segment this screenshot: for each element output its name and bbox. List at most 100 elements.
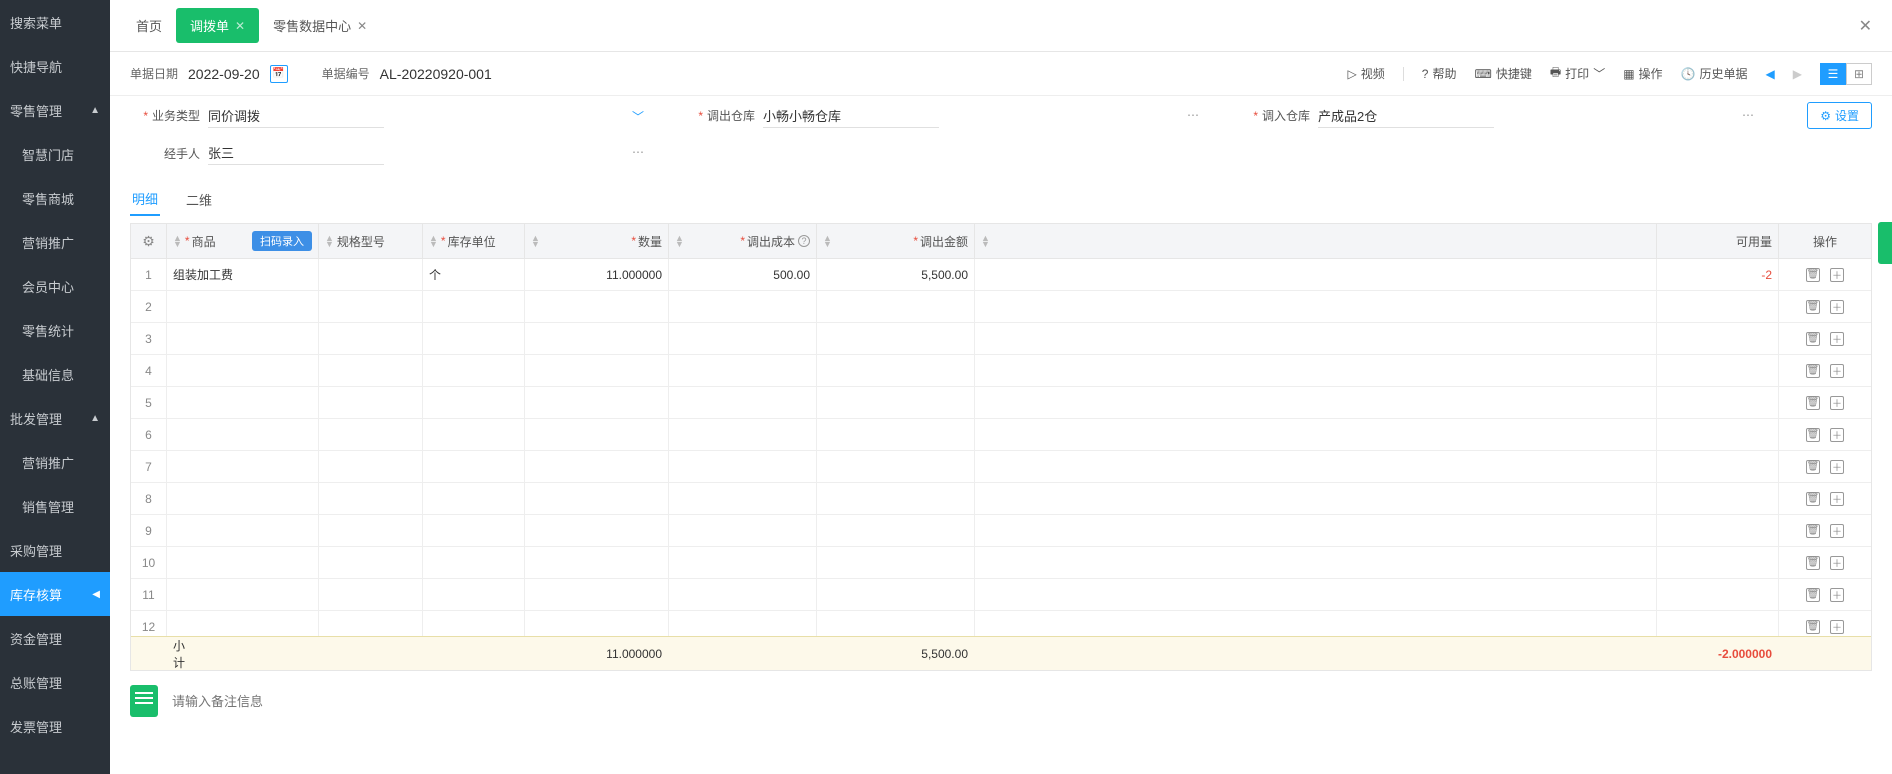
cell-cost[interactable]: [669, 483, 817, 514]
table-row[interactable]: 5🗑＋: [131, 387, 1871, 419]
cell-unit[interactable]: 个: [423, 259, 525, 290]
add-icon[interactable]: ＋: [1830, 460, 1844, 474]
cell-cost[interactable]: [669, 451, 817, 482]
sort-icon[interactable]: ▲▼: [981, 235, 990, 247]
cell-cost[interactable]: [669, 611, 817, 636]
cell-spec[interactable]: [319, 547, 423, 578]
cell-qty[interactable]: [525, 387, 669, 418]
cell-amt[interactable]: [817, 355, 975, 386]
note-icon[interactable]: [130, 685, 158, 717]
cell-cost[interactable]: 500.00: [669, 259, 817, 290]
cell-amt[interactable]: [817, 515, 975, 546]
cell-unit[interactable]: [423, 515, 525, 546]
cell-spec[interactable]: [319, 259, 423, 290]
cell-qty[interactable]: [525, 323, 669, 354]
cell-product[interactable]: [167, 387, 319, 418]
cell-product[interactable]: [167, 419, 319, 450]
cell-spec[interactable]: [319, 451, 423, 482]
delete-icon[interactable]: 🗑: [1806, 524, 1820, 538]
table-row[interactable]: 2🗑＋: [131, 291, 1871, 323]
table-row[interactable]: 12🗑＋: [131, 611, 1871, 636]
cell-cost[interactable]: [669, 547, 817, 578]
sort-icon[interactable]: ▲▼: [531, 235, 540, 247]
cell-qty[interactable]: [525, 483, 669, 514]
table-row[interactable]: 4🗑＋: [131, 355, 1871, 387]
add-icon[interactable]: ＋: [1830, 620, 1844, 634]
sidebar-retailstats[interactable]: 零售统计: [0, 308, 110, 352]
delete-icon[interactable]: 🗑: [1806, 428, 1820, 442]
cell-unit[interactable]: [423, 451, 525, 482]
cell-unit[interactable]: [423, 547, 525, 578]
close-icon[interactable]: ✕: [357, 19, 367, 33]
cell-spec[interactable]: [319, 291, 423, 322]
sidebar-baseinfo[interactable]: 基础信息: [0, 352, 110, 396]
more-icon[interactable]: ⋯: [1742, 108, 1754, 122]
delete-icon[interactable]: 🗑: [1806, 492, 1820, 506]
outwh-input[interactable]: [763, 104, 939, 128]
scan-button[interactable]: 扫码录入: [252, 231, 312, 251]
cell-spec[interactable]: [319, 611, 423, 636]
cell-product[interactable]: [167, 515, 319, 546]
cell-qty[interactable]: [525, 291, 669, 322]
cell-qty[interactable]: [525, 611, 669, 636]
delete-icon[interactable]: 🗑: [1806, 268, 1820, 282]
cell-qty[interactable]: [525, 451, 669, 482]
close-all-tabs[interactable]: ✕: [1851, 16, 1880, 36]
remark-input[interactable]: [172, 694, 1872, 709]
delete-icon[interactable]: 🗑: [1806, 556, 1820, 570]
sidebar-ledger[interactable]: 总账管理: [0, 660, 110, 704]
add-icon[interactable]: ＋: [1830, 364, 1844, 378]
cell-amt[interactable]: [817, 579, 975, 610]
cell-product[interactable]: [167, 483, 319, 514]
cell-cost[interactable]: [669, 579, 817, 610]
cell-amt[interactable]: [817, 419, 975, 450]
table-row[interactable]: 1组装加工费个11.000000500.005,500.00-2🗑＋: [131, 259, 1871, 291]
sidebar-quicknav[interactable]: 快捷导航: [0, 44, 110, 88]
cell-unit[interactable]: [423, 387, 525, 418]
more-icon[interactable]: ⋯: [1187, 108, 1199, 122]
detail-tab-2d[interactable]: 二维: [184, 184, 214, 215]
operations-button[interactable]: ▦操作: [1623, 65, 1662, 82]
cell-product[interactable]: [167, 547, 319, 578]
handler-input[interactable]: [208, 141, 384, 165]
sidebar-inventory[interactable]: 库存核算◀: [0, 572, 110, 616]
sidebar-retailmall[interactable]: 零售商城: [0, 176, 110, 220]
cell-amt[interactable]: [817, 483, 975, 514]
cell-spec[interactable]: [319, 355, 423, 386]
next-doc[interactable]: ▶: [1793, 67, 1802, 81]
cell-qty[interactable]: [525, 579, 669, 610]
cell-product[interactable]: [167, 291, 319, 322]
table-row[interactable]: 8🗑＋: [131, 483, 1871, 515]
sort-icon[interactable]: ▲▼: [823, 235, 832, 247]
add-icon[interactable]: ＋: [1830, 492, 1844, 506]
cell-amt[interactable]: 5,500.00: [817, 259, 975, 290]
cell-spec[interactable]: [319, 419, 423, 450]
sidebar-funds[interactable]: 资金管理: [0, 616, 110, 660]
delete-icon[interactable]: 🗑: [1806, 460, 1820, 474]
table-row[interactable]: 6🗑＋: [131, 419, 1871, 451]
table-row[interactable]: 11🗑＋: [131, 579, 1871, 611]
cell-cost[interactable]: [669, 323, 817, 354]
sidebar-salesmgmt[interactable]: 销售管理: [0, 484, 110, 528]
table-row[interactable]: 9🗑＋: [131, 515, 1871, 547]
print-button[interactable]: 🖶打印﹀: [1550, 63, 1605, 84]
cell-cost[interactable]: [669, 419, 817, 450]
help-link[interactable]: ?帮助: [1422, 65, 1457, 82]
add-icon[interactable]: ＋: [1830, 332, 1844, 346]
cell-spec[interactable]: [319, 483, 423, 514]
add-icon[interactable]: ＋: [1830, 588, 1844, 602]
delete-icon[interactable]: 🗑: [1806, 332, 1820, 346]
cell-product[interactable]: [167, 611, 319, 636]
sort-icon[interactable]: ▲▼: [429, 235, 438, 247]
close-icon[interactable]: ✕: [235, 19, 245, 33]
cell-product[interactable]: 组装加工费: [167, 259, 319, 290]
cell-qty[interactable]: 11.000000: [525, 259, 669, 290]
tab-transfer[interactable]: 调拨单✕: [176, 8, 259, 43]
gear-icon[interactable]: ⚙: [142, 233, 155, 250]
cell-unit[interactable]: [423, 611, 525, 636]
sort-icon[interactable]: ▲▼: [173, 235, 182, 247]
delete-icon[interactable]: 🗑: [1806, 300, 1820, 314]
video-link[interactable]: ▷视频: [1348, 65, 1385, 82]
info-icon[interactable]: ?: [798, 235, 810, 247]
cell-unit[interactable]: [423, 483, 525, 514]
